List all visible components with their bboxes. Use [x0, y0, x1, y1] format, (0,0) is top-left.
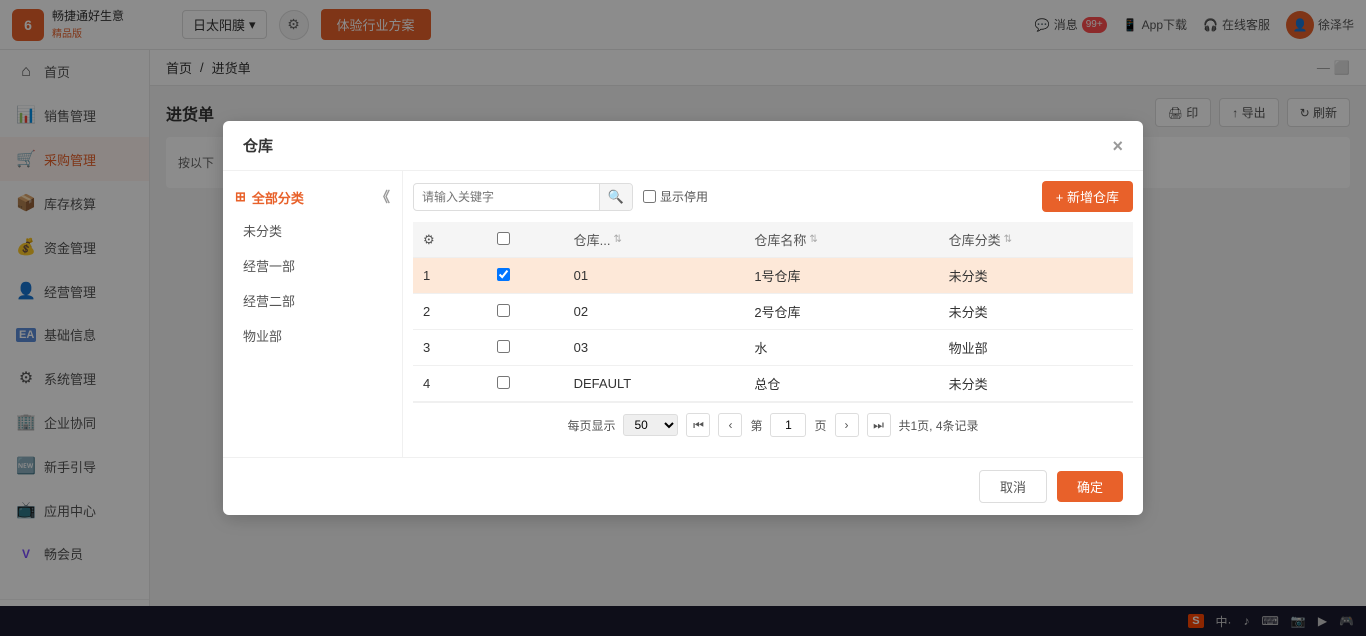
th-settings: ⚙ [413, 222, 487, 258]
add-warehouse-button[interactable]: + 新增仓库 [1042, 181, 1133, 212]
search-button[interactable]: 🔍 [599, 184, 632, 210]
next-page-button[interactable]: › [835, 413, 859, 437]
select-all-checkbox[interactable] [497, 232, 510, 245]
th-name: 仓库名称 ⇅ [744, 222, 938, 258]
page-input[interactable] [770, 413, 806, 437]
all-category-label[interactable]: 全部分类 [246, 188, 376, 207]
search-box: 🔍 [413, 183, 633, 211]
table-panel: 🔍 显示停用 + 新增仓库 ⚙ [403, 171, 1143, 457]
category-header: ⊞ 全部分类 《 [223, 181, 402, 213]
table-container: ⚙ 仓库... ⇅ 仓库名称 [413, 222, 1133, 402]
table-row[interactable]: 2 02 2号仓库 未分类 [413, 294, 1133, 330]
sort-icon: ⇅ [613, 234, 621, 245]
row-name: 1号仓库 [744, 258, 938, 294]
grid-icon: ⊞ [235, 189, 246, 205]
cat-label: 物业部 [243, 329, 282, 344]
th-code: 仓库... ⇅ [564, 222, 745, 258]
cancel-button[interactable]: 取消 [979, 470, 1047, 503]
page-label: 第 [750, 417, 762, 434]
search-input[interactable] [414, 185, 599, 209]
total-record: 共1页, 4条记录 [899, 417, 979, 434]
cat-label: 经营一部 [243, 259, 295, 274]
category-item-uncategorized[interactable]: 未分类 [223, 213, 402, 248]
cat-label: 未分类 [243, 224, 282, 239]
category-panel: ⊞ 全部分类 《 未分类 经营一部 经营二部 物业部 [223, 171, 403, 457]
row-num: 2 [413, 294, 487, 330]
row-checkbox[interactable] [497, 376, 510, 389]
row-num: 3 [413, 330, 487, 366]
row-checkbox-cell [487, 294, 564, 330]
row-code: 02 [564, 294, 745, 330]
show-disabled-checkbox[interactable] [643, 190, 656, 203]
per-page-label: 每页显示 [567, 417, 615, 434]
row-name: 2号仓库 [744, 294, 938, 330]
row-category: 未分类 [939, 366, 1133, 402]
sort-icon2: ⇅ [809, 234, 817, 245]
category-item-ops1[interactable]: 经营一部 [223, 248, 402, 283]
row-code: 03 [564, 330, 745, 366]
row-code: 01 [564, 258, 745, 294]
show-disabled-label[interactable]: 显示停用 [643, 188, 708, 205]
category-item-ops2[interactable]: 经营二部 [223, 283, 402, 318]
category-item-property[interactable]: 物业部 [223, 318, 402, 353]
row-checkbox[interactable] [497, 340, 510, 353]
row-category: 物业部 [939, 330, 1133, 366]
prev-page-button[interactable]: ‹ [718, 413, 742, 437]
modal-close-button[interactable]: × [1112, 137, 1123, 155]
row-num: 4 [413, 366, 487, 402]
th-category: 仓库分类 ⇅ [939, 222, 1133, 258]
row-code: DEFAULT [564, 366, 745, 402]
modal-header: 仓库 × [223, 121, 1143, 171]
page-suffix: 页 [814, 417, 826, 434]
collapse-icon[interactable]: 《 [376, 187, 390, 207]
row-checkbox-cell [487, 330, 564, 366]
row-checkbox[interactable] [497, 268, 510, 281]
modal-title: 仓库 [243, 135, 273, 156]
th-checkbox [487, 222, 564, 258]
last-page-button[interactable]: ⏭ [867, 413, 891, 437]
th-code-label: 仓库... [574, 230, 611, 249]
row-checkbox-cell [487, 258, 564, 294]
table-toolbar: 🔍 显示停用 + 新增仓库 [413, 181, 1133, 212]
row-num: 1 [413, 258, 487, 294]
table-row[interactable]: 4 DEFAULT 总仓 未分类 [413, 366, 1133, 402]
th-name-label: 仓库名称 [754, 230, 806, 249]
table-row[interactable]: 1 01 1号仓库 未分类 [413, 258, 1133, 294]
show-disabled-text: 显示停用 [660, 188, 708, 205]
row-checkbox-cell [487, 366, 564, 402]
first-page-button[interactable]: ⏮ [686, 413, 710, 437]
warehouse-modal: 仓库 × ⊞ 全部分类 《 未分类 经营一部 经营二部 [223, 121, 1143, 515]
row-category: 未分类 [939, 294, 1133, 330]
row-checkbox[interactable] [497, 304, 510, 317]
modal-footer: 取消 确定 [223, 457, 1143, 515]
row-category: 未分类 [939, 258, 1133, 294]
row-name: 水 [744, 330, 938, 366]
row-name: 总仓 [744, 366, 938, 402]
pagination: 每页显示 50 100 ⏮ ‹ 第 页 › ⏭ 共1页, 4条记录 [413, 402, 1133, 447]
settings-col-icon: ⚙ [423, 232, 435, 247]
th-cat-label: 仓库分类 [949, 230, 1001, 249]
table-row[interactable]: 3 03 水 物业部 [413, 330, 1133, 366]
warehouse-table: ⚙ 仓库... ⇅ 仓库名称 [413, 222, 1133, 402]
modal-body: ⊞ 全部分类 《 未分类 经营一部 经营二部 物业部 [223, 171, 1143, 457]
sort-icon3: ⇅ [1004, 234, 1012, 245]
per-page-select[interactable]: 50 100 [623, 414, 678, 436]
table-header-row: ⚙ 仓库... ⇅ 仓库名称 [413, 222, 1133, 258]
confirm-button[interactable]: 确定 [1057, 471, 1123, 502]
modal-overlay: 仓库 × ⊞ 全部分类 《 未分类 经营一部 经营二部 [0, 0, 1366, 636]
cat-label: 经营二部 [243, 294, 295, 309]
